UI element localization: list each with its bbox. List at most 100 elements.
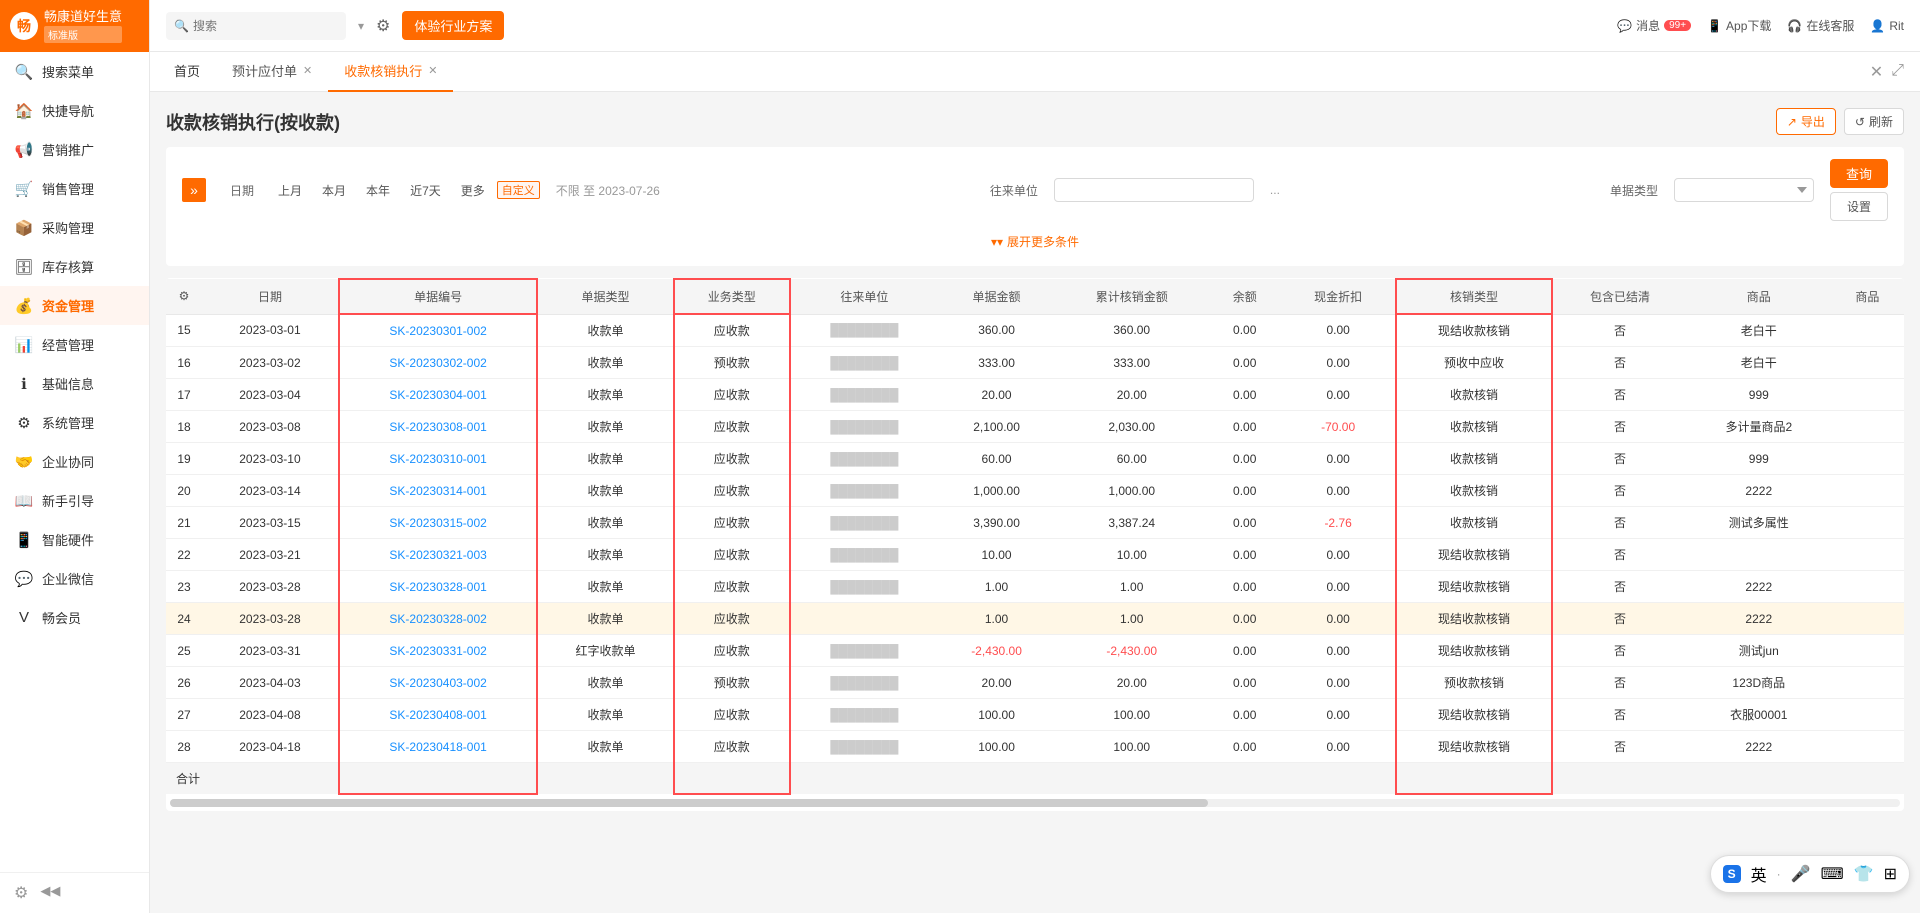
guide-icon: 📖 bbox=[14, 492, 34, 510]
date-7days[interactable]: 近7天 bbox=[402, 180, 449, 201]
ime-keyboard[interactable]: ⌨ bbox=[1821, 864, 1844, 884]
settings-bottom-icon[interactable]: ⚙ bbox=[14, 883, 28, 903]
headset-icon: 🎧 bbox=[1787, 19, 1802, 33]
col-slip-type[interactable]: 单据类型 bbox=[537, 279, 673, 314]
online-service-action[interactable]: 🎧 在线客服 bbox=[1787, 17, 1854, 34]
chevron-down-icon[interactable]: ▾ bbox=[358, 19, 364, 33]
sidebar-item-marketing[interactable]: 📢 营销推广 bbox=[0, 130, 149, 169]
date-more[interactable]: 更多 bbox=[453, 180, 493, 201]
col-gear[interactable]: ⚙ bbox=[166, 279, 202, 314]
tab-collection-close[interactable]: ✕ bbox=[428, 64, 437, 77]
sidebar-item-operations[interactable]: 📊 经营管理 bbox=[0, 325, 149, 364]
sidebar-item-enterprise-wx[interactable]: 💬 企业微信 bbox=[0, 559, 149, 598]
sidebar-item-new-guide[interactable]: 📖 新手引导 bbox=[0, 481, 149, 520]
col-date[interactable]: 日期 bbox=[202, 279, 339, 314]
partner-input[interactable] bbox=[1054, 178, 1254, 202]
col-include-settled[interactable]: 包含已结清 bbox=[1552, 279, 1687, 314]
col-biz-type[interactable]: 业务类型 bbox=[674, 279, 790, 314]
ime-dot: · bbox=[1777, 867, 1781, 881]
tab-prepay[interactable]: 预计应付单 ✕ bbox=[216, 52, 328, 92]
operations-icon: 📊 bbox=[14, 336, 34, 354]
col-cash-disc[interactable]: 现金折扣 bbox=[1281, 279, 1396, 314]
logo-text: 畅康道好生意 bbox=[44, 9, 122, 26]
phone-icon: 📱 bbox=[1707, 19, 1722, 33]
col-balance[interactable]: 余额 bbox=[1208, 279, 1281, 314]
date-this-year[interactable]: 本年 bbox=[358, 180, 398, 201]
footer-include-settled bbox=[1552, 763, 1687, 795]
refresh-button[interactable]: ↺ 刷新 bbox=[1844, 108, 1904, 135]
sidebar-item-smart-hw[interactable]: 📱 智能硬件 bbox=[0, 520, 149, 559]
date-options: 上月 本月 本年 近7天 更多 自定义 bbox=[270, 180, 540, 201]
col-partner[interactable]: 往来单位 bbox=[790, 279, 938, 314]
footer-label: 合计 bbox=[166, 763, 339, 795]
sidebar-item-sales[interactable]: 🛒 销售管理 bbox=[0, 169, 149, 208]
table-row: 162023-03-02SK-20230302-002收款单预收款███████… bbox=[166, 347, 1904, 379]
user-avatar[interactable]: 👤 Rit bbox=[1870, 19, 1904, 33]
page-actions: ↗ 导出 ↺ 刷新 bbox=[1776, 108, 1904, 135]
sidebar-item-enterprise-coop[interactable]: 🤝 企业协同 bbox=[0, 442, 149, 481]
partner-label: 往来单位 bbox=[990, 182, 1038, 199]
sidebar-item-member[interactable]: V 畅会员 bbox=[0, 598, 149, 637]
table-row: 172023-03-04SK-20230304-001收款单应收款███████… bbox=[166, 379, 1904, 411]
sidebar-item-inventory[interactable]: 🗄 库存核算 bbox=[0, 247, 149, 286]
slip-type-select[interactable]: 收款单 红字收款单 bbox=[1674, 178, 1814, 202]
gear-icon[interactable]: ⚙ bbox=[376, 16, 390, 36]
ime-mic[interactable]: 🎤 bbox=[1791, 864, 1811, 884]
partner-dots[interactable]: ... bbox=[1270, 183, 1280, 197]
sidebar-item-system[interactable]: ⚙ 系统管理 bbox=[0, 403, 149, 442]
sidebar-item-finance[interactable]: 💰 资金管理 bbox=[0, 286, 149, 325]
footer-partner bbox=[790, 763, 938, 795]
col-goods1[interactable]: 商品 bbox=[1687, 279, 1831, 314]
topbar-actions: 💬 消息 99+ 📱 App下载 🎧 在线客服 👤 Rit bbox=[1617, 17, 1904, 34]
col-amount[interactable]: 单据金额 bbox=[938, 279, 1056, 314]
tabs-controls: ✕ ⤢ bbox=[1870, 62, 1912, 82]
topbar-search-box[interactable]: 🔍 bbox=[166, 12, 346, 40]
table-row: 182023-03-08SK-20230308-001收款单应收款███████… bbox=[166, 411, 1904, 443]
tab-prepay-close[interactable]: ✕ bbox=[303, 64, 312, 77]
date-last-month[interactable]: 上月 bbox=[270, 180, 310, 201]
col-write-off[interactable]: 累计核销金额 bbox=[1055, 279, 1208, 314]
tab-close-all-icon[interactable]: ✕ bbox=[1870, 62, 1883, 82]
scrollbar-thumb[interactable] bbox=[170, 799, 1208, 807]
collapse-icon[interactable]: ◀◀ bbox=[40, 883, 60, 903]
ime-english[interactable]: 英 bbox=[1751, 862, 1767, 886]
expand-more-btn[interactable]: ▾▾ 展开更多条件 bbox=[987, 229, 1083, 254]
col-slip-no[interactable]: 单据编号 bbox=[339, 279, 537, 314]
tab-collection[interactable]: 收款核销执行 ✕ bbox=[328, 52, 453, 92]
ime-shirt[interactable]: 👕 bbox=[1854, 864, 1874, 884]
ime-grid[interactable]: ⊞ bbox=[1884, 864, 1897, 884]
industry-btn[interactable]: 体验行业方案 bbox=[402, 11, 504, 40]
search-input[interactable] bbox=[193, 19, 313, 33]
sidebar-item-quick-nav[interactable]: 🏠 快捷导航 bbox=[0, 91, 149, 130]
tab-expand-icon[interactable]: ⤢ bbox=[1891, 62, 1904, 82]
table-row: 262023-04-03SK-20230403-002收款单预收款███████… bbox=[166, 667, 1904, 699]
expand-more-icon: ▾▾ bbox=[991, 235, 1003, 249]
expand-arrow-btn[interactable]: » bbox=[182, 178, 206, 202]
date-range-text: 不限 至 2023-07-26 bbox=[556, 182, 660, 199]
date-this-month[interactable]: 本月 bbox=[314, 180, 354, 201]
col-write-off-type[interactable]: 核销类型 bbox=[1396, 279, 1552, 314]
sidebar-item-purchase[interactable]: 📦 采购管理 bbox=[0, 208, 149, 247]
home-icon: 🏠 bbox=[14, 102, 34, 120]
date-custom[interactable]: 自定义 bbox=[497, 181, 540, 199]
purchase-icon: 📦 bbox=[14, 219, 34, 237]
tab-home[interactable]: 首页 bbox=[158, 52, 216, 92]
table-row: 252023-03-31SK-20230331-002红字收款单应收款█████… bbox=[166, 635, 1904, 667]
coop-icon: 🤝 bbox=[14, 453, 34, 471]
sidebar-item-basic-info[interactable]: ℹ 基础信息 bbox=[0, 364, 149, 403]
data-table: ⚙ 日期 单据编号 单据类型 业务类型 往来单位 单据金额 累计核销金额 余额 … bbox=[166, 278, 1904, 795]
export-icon: ↗ bbox=[1787, 115, 1797, 129]
table-row: 222023-03-21SK-20230321-003收款单应收款███████… bbox=[166, 539, 1904, 571]
footer-goods1 bbox=[1687, 763, 1831, 795]
message-action[interactable]: 💬 消息 99+ bbox=[1617, 17, 1691, 34]
finance-icon: 💰 bbox=[14, 297, 34, 315]
date-label: 日期 bbox=[230, 182, 254, 199]
col-goods2[interactable]: 商品 bbox=[1831, 279, 1904, 314]
query-button[interactable]: 查询 bbox=[1830, 159, 1888, 188]
app-download-action[interactable]: 📱 App下载 bbox=[1707, 17, 1771, 34]
sidebar-item-search[interactable]: 🔍 搜索菜单 bbox=[0, 52, 149, 91]
export-button[interactable]: ↗ 导出 bbox=[1776, 108, 1836, 135]
horizontal-scrollbar[interactable] bbox=[170, 799, 1900, 807]
filter-settings-button[interactable]: 设置 bbox=[1830, 192, 1888, 221]
page-header: 收款核销执行(按收款) ↗ 导出 ↺ 刷新 bbox=[166, 108, 1904, 135]
